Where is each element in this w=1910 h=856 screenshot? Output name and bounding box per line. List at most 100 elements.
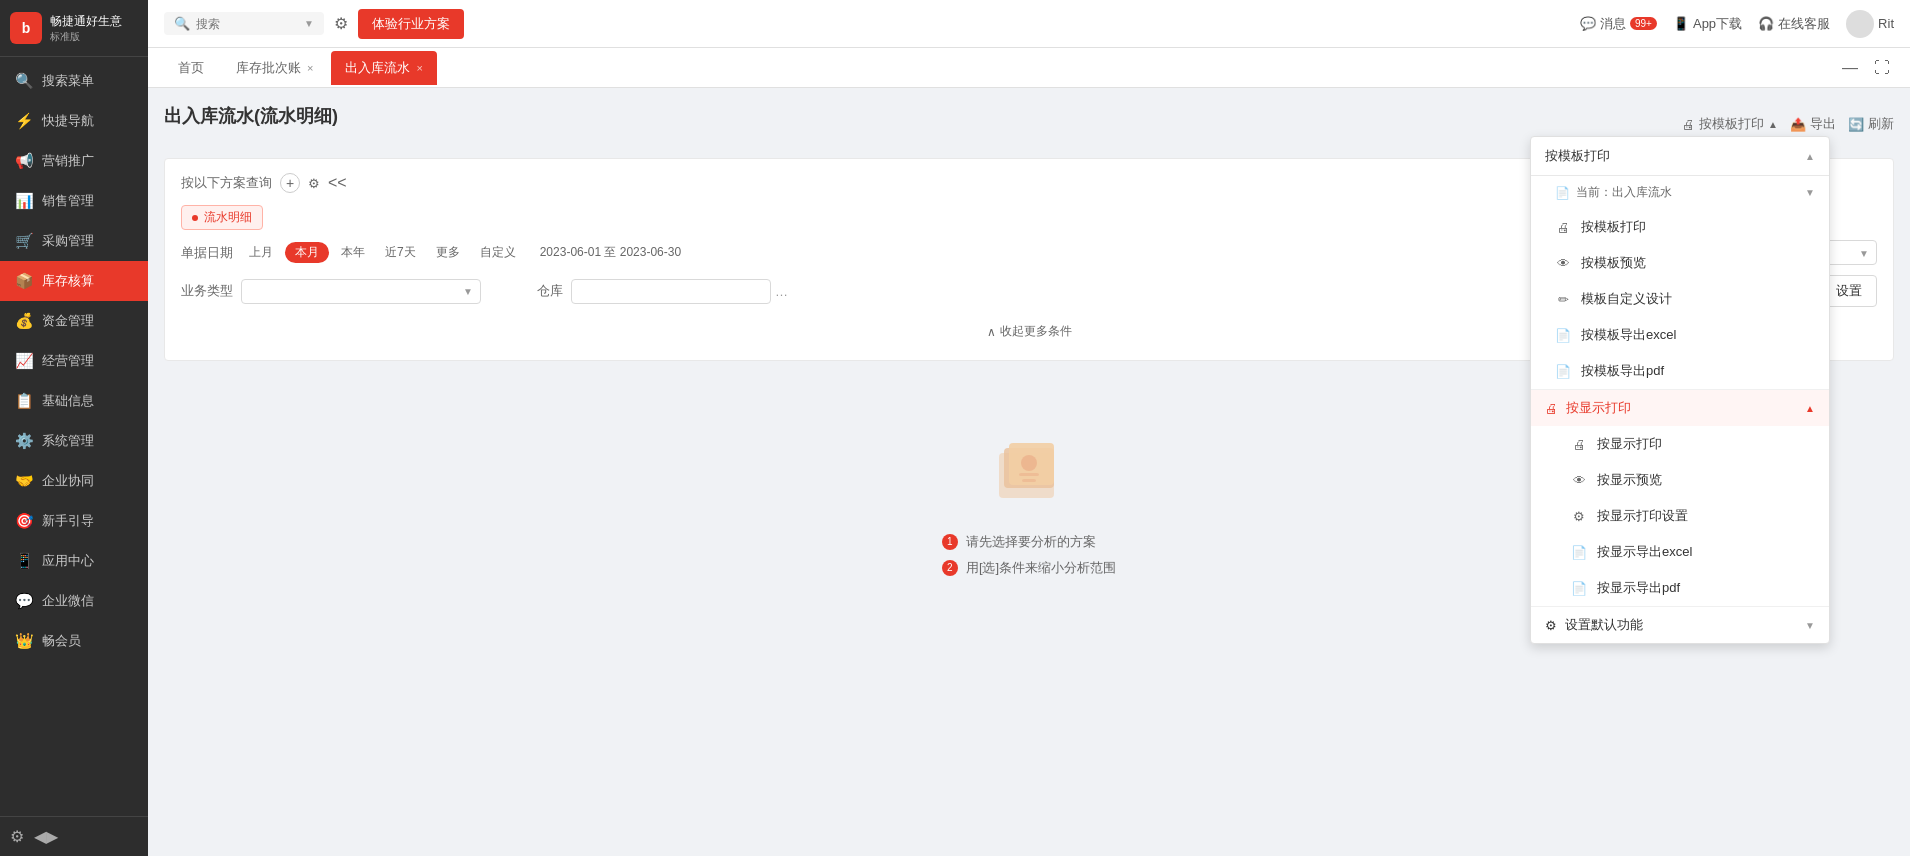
- date-tab-last-month[interactable]: 上月: [241, 242, 281, 263]
- filter-add-btn[interactable]: +: [280, 173, 300, 193]
- warehouse-input[interactable]: [571, 279, 771, 304]
- printer-icon: 🖨: [1555, 219, 1571, 235]
- dropdown-item-label: 按显示导出excel: [1597, 543, 1692, 561]
- sidebar-item-operation[interactable]: 📈 经营管理: [0, 341, 148, 381]
- dropdown-item-display-pdf[interactable]: 📄 按显示导出pdf: [1531, 570, 1829, 606]
- sales-nav-icon: 📊: [14, 191, 34, 211]
- tab-maximize-btn[interactable]: ⛶: [1870, 55, 1894, 81]
- date-tab-7days[interactable]: 近7天: [377, 242, 424, 263]
- dropdown-item-display-preview[interactable]: 👁 按显示预览: [1531, 462, 1829, 498]
- dropdown-item-display-excel[interactable]: 📄 按显示导出excel: [1531, 534, 1829, 570]
- pdf2-icon: 📄: [1571, 580, 1587, 596]
- refresh-icon: 🔄: [1848, 117, 1864, 132]
- export-label: 导出: [1810, 115, 1836, 133]
- sidebar-item-app-center[interactable]: 📱 应用中心: [0, 541, 148, 581]
- filter-tag-flow[interactable]: 流水明细: [181, 205, 263, 230]
- dropdown-header-chevron[interactable]: ▲: [1805, 151, 1815, 162]
- sidebar-nav: 🔍 搜索菜单 ⚡ 快捷导航 📢 营销推广 📊 销售管理 🛒 采购管理 📦 库存核…: [0, 57, 148, 816]
- tab-batch-label: 库存批次账: [236, 59, 301, 77]
- filter-header-label: 按以下方案查询: [181, 174, 272, 192]
- business-type-select[interactable]: [241, 279, 481, 304]
- user-avatar: [1846, 10, 1874, 38]
- sidebar-item-system[interactable]: ⚙️ 系统管理: [0, 421, 148, 461]
- dropdown-item-template-pdf[interactable]: 📄 按模板导出pdf: [1531, 353, 1829, 389]
- pdf-icon: 📄: [1555, 363, 1571, 379]
- sidebar-item-purchase[interactable]: 🛒 采购管理: [0, 221, 148, 261]
- online-service-label: 在线客服: [1778, 15, 1830, 33]
- sidebar-item-basic[interactable]: 📋 基础信息: [0, 381, 148, 421]
- settings2-icon: ⚙: [1571, 508, 1587, 524]
- inventory-nav-icon: 📦: [14, 271, 34, 291]
- sidebar-item-label: 搜索菜单: [42, 72, 94, 90]
- sidebar-item-sales[interactable]: 📊 销售管理: [0, 181, 148, 221]
- date-label: 单据日期: [181, 244, 233, 262]
- refresh-btn[interactable]: 🔄 刷新: [1848, 115, 1894, 133]
- search-input[interactable]: [196, 17, 298, 31]
- sidebar-item-shortcut[interactable]: ⚡ 快捷导航: [0, 101, 148, 141]
- warehouse-more-btn[interactable]: …: [775, 284, 788, 299]
- app-download-btn[interactable]: 📱 App下载: [1673, 15, 1742, 33]
- tab-home[interactable]: 首页: [164, 51, 218, 85]
- sidebar-item-cooperation[interactable]: 🤝 企业协同: [0, 461, 148, 501]
- display-group-chevron[interactable]: ▲: [1805, 403, 1815, 414]
- print-icon: 🖨: [1682, 117, 1695, 132]
- chevron-up-icon: ∧: [987, 325, 996, 339]
- sidebar-item-inventory[interactable]: 📦 库存核算: [0, 261, 148, 301]
- sidebar-item-label: 企业微信: [42, 592, 94, 610]
- dropdown-footer-settings[interactable]: ⚙ 设置默认功能 ▼: [1531, 607, 1829, 643]
- filter-gear-btn[interactable]: ⚙: [308, 176, 320, 191]
- display-print-icon: 🖨: [1545, 401, 1558, 416]
- user-menu-btn[interactable]: Rit: [1846, 10, 1894, 38]
- topbar-search-box[interactable]: 🔍 ▼: [164, 12, 324, 35]
- dropdown-item-template-custom[interactable]: ✏ 模板自定义设计: [1531, 281, 1829, 317]
- filter-business-item: 业务类型 ▼: [181, 279, 481, 304]
- online-service-btn[interactable]: 🎧 在线客服: [1758, 15, 1830, 33]
- topbar-gear-btn[interactable]: ⚙: [334, 14, 348, 33]
- date-tab-this-month[interactable]: 本月: [285, 242, 329, 263]
- export-btn[interactable]: 📤 导出: [1790, 115, 1836, 133]
- tab-batch-close[interactable]: ×: [307, 62, 313, 74]
- sidebar-item-label: 快捷导航: [42, 112, 94, 130]
- message-label: 消息: [1600, 15, 1626, 33]
- sidebar-item-search[interactable]: 🔍 搜索菜单: [0, 61, 148, 101]
- filter-tag-dot: [192, 215, 198, 221]
- tab-actions: — ⛶: [1838, 55, 1894, 81]
- date-tab-this-year[interactable]: 本年: [333, 242, 373, 263]
- content-area: 出入库流水(流水明细) 🖨 按模板打印 ▲ 📤 导出 🔄 刷新: [148, 88, 1910, 856]
- message-btn[interactable]: 💬 消息 99+: [1580, 15, 1657, 33]
- dropdown-item-display-settings[interactable]: ⚙ 按显示打印设置: [1531, 498, 1829, 534]
- topbar-left: 🔍 ▼ ⚙ 体验行业方案: [164, 9, 464, 39]
- trial-button[interactable]: 体验行业方案: [358, 9, 464, 39]
- footer-settings-icon: ⚙: [1545, 618, 1557, 633]
- dropdown-item-template-excel[interactable]: 📄 按模板导出excel: [1531, 317, 1829, 353]
- member-nav-icon: 👑: [14, 631, 34, 651]
- sidebar-settings-btn[interactable]: ⚙: [10, 827, 24, 846]
- current-chevron-icon[interactable]: ▼: [1805, 187, 1815, 198]
- topbar: 🔍 ▼ ⚙ 体验行业方案 💬 消息 99+ 📱 App下载 🎧 在线客服: [148, 0, 1910, 48]
- date-tab-custom[interactable]: 自定义: [472, 242, 524, 263]
- sidebar-item-wechat[interactable]: 💬 企业微信: [0, 581, 148, 621]
- tab-flow[interactable]: 出入库流水 ×: [331, 51, 436, 85]
- date-tab-more[interactable]: 更多: [428, 242, 468, 263]
- search-dropdown-arrow[interactable]: ▼: [304, 18, 314, 29]
- display-group-header[interactable]: 🖨 按显示打印 ▲: [1531, 390, 1829, 426]
- tab-batch[interactable]: 库存批次账 ×: [222, 51, 327, 85]
- sidebar-item-guide[interactable]: 🎯 新手引导: [0, 501, 148, 541]
- tab-minimize-btn[interactable]: —: [1838, 55, 1862, 81]
- logo-text-area: 畅捷通好生意 标准版: [50, 13, 122, 44]
- template-print-btn[interactable]: 🖨 按模板打印 ▲: [1682, 115, 1778, 133]
- sidebar-item-label: 经营管理: [42, 352, 94, 370]
- filter-collapse-btn[interactable]: <<: [328, 174, 347, 192]
- dropdown-item-template-print[interactable]: 🖨 按模板打印: [1531, 209, 1829, 245]
- logo-area: b 畅捷通好生意 标准版: [0, 0, 148, 57]
- sidebar-item-member[interactable]: 👑 畅会员: [0, 621, 148, 661]
- dropdown-item-display-print[interactable]: 🖨 按显示打印: [1531, 426, 1829, 462]
- message-icon: 💬: [1580, 16, 1596, 31]
- sidebar-item-finance[interactable]: 💰 资金管理: [0, 301, 148, 341]
- sidebar-item-marketing[interactable]: 📢 营销推广: [0, 141, 148, 181]
- tab-flow-close[interactable]: ×: [416, 62, 422, 74]
- dropdown-item-label: 按显示打印设置: [1597, 507, 1688, 525]
- sidebar-collapse-btn[interactable]: ◀▶: [34, 827, 58, 846]
- dropdown-title: 按模板打印: [1545, 147, 1610, 165]
- dropdown-item-template-preview[interactable]: 👁 按模板预览: [1531, 245, 1829, 281]
